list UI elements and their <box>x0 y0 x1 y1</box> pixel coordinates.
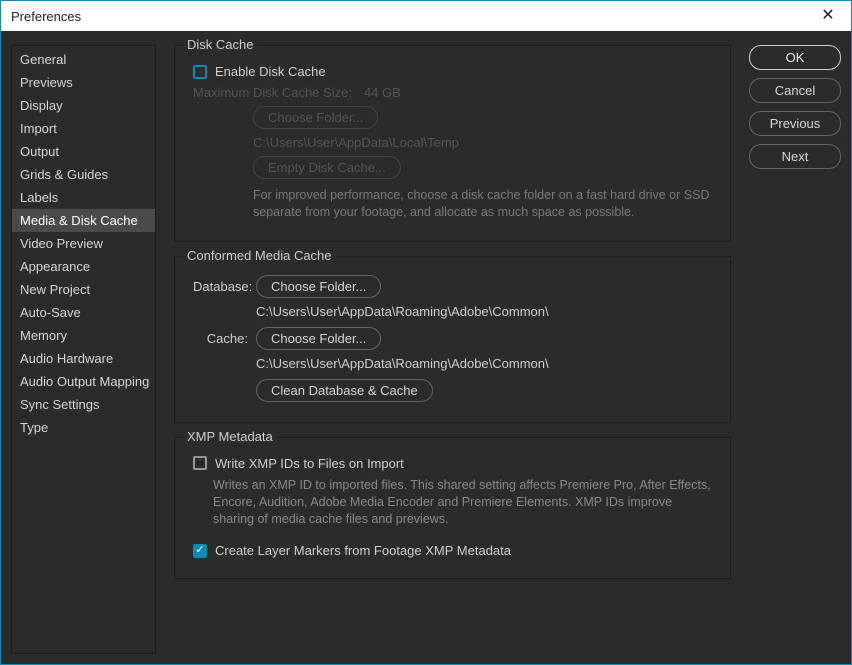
cache-row: Cache: Choose Folder... <box>193 327 712 350</box>
enable-disk-cache-row: Enable Disk Cache <box>193 64 712 79</box>
max-cache-size-value: 44 GB <box>364 85 401 100</box>
conformed-cache-title: Conformed Media Cache <box>183 248 336 263</box>
cache-path: C:\Users\User\AppData\Roaming\Adobe\Comm… <box>256 356 549 371</box>
sidebar-item-sync-settings[interactable]: Sync Settings <box>12 393 155 416</box>
sidebar-item-audio-output-mapping[interactable]: Audio Output Mapping <box>12 370 155 393</box>
empty-disk-cache-row: Empty Disk Cache... <box>253 156 712 179</box>
sidebar-item-import[interactable]: Import <box>12 117 155 140</box>
sidebar-item-video-preview[interactable]: Video Preview <box>12 232 155 255</box>
sidebar: General Previews Display Import Output G… <box>11 45 156 654</box>
actions-column: OK Cancel Previous Next <box>749 45 841 654</box>
sidebar-item-previews[interactable]: Previews <box>12 71 155 94</box>
sidebar-item-labels[interactable]: Labels <box>12 186 155 209</box>
max-cache-size-row: Maximum Disk Cache Size: 44 GB <box>193 85 712 100</box>
sidebar-item-type[interactable]: Type <box>12 416 155 439</box>
disk-cache-help-text: For improved performance, choose a disk … <box>253 187 712 221</box>
disk-cache-folder-row: Choose Folder... <box>253 106 712 129</box>
write-xmp-checkbox[interactable] <box>193 456 207 470</box>
next-button[interactable]: Next <box>749 144 841 169</box>
sidebar-item-general[interactable]: General <box>12 48 155 71</box>
close-icon[interactable]: ✕ <box>813 1 843 31</box>
window-body: General Previews Display Import Output G… <box>1 31 851 664</box>
sidebar-item-audio-hardware[interactable]: Audio Hardware <box>12 347 155 370</box>
sidebar-item-grids-guides[interactable]: Grids & Guides <box>12 163 155 186</box>
cache-label: Cache: <box>193 331 248 346</box>
max-cache-size-label: Maximum Disk Cache Size: <box>193 85 352 100</box>
disk-cache-path: C:\Users\User\AppData\Local\Temp <box>253 135 459 150</box>
sidebar-item-media-disk-cache[interactable]: Media & Disk Cache <box>12 209 155 232</box>
xmp-metadata-group: XMP Metadata Write XMP IDs to Files on I… <box>174 437 731 580</box>
ok-button[interactable]: OK <box>749 45 841 70</box>
database-path: C:\Users\User\AppData\Roaming\Adobe\Comm… <box>256 304 549 319</box>
layer-markers-row: ✓ Create Layer Markers from Footage XMP … <box>193 543 712 558</box>
sidebar-item-display[interactable]: Display <box>12 94 155 117</box>
titlebar: Preferences ✕ <box>1 1 851 31</box>
write-xmp-help: Writes an XMP ID to imported files. This… <box>213 477 712 528</box>
cache-path-row: C:\Users\User\AppData\Roaming\Adobe\Comm… <box>256 356 712 371</box>
database-choose-folder-button[interactable]: Choose Folder... <box>256 275 381 298</box>
cache-choose-folder-button[interactable]: Choose Folder... <box>256 327 381 350</box>
window-title: Preferences <box>11 9 81 24</box>
empty-disk-cache-button: Empty Disk Cache... <box>253 156 401 179</box>
database-row: Database: Choose Folder... <box>193 275 712 298</box>
layer-markers-label: Create Layer Markers from Footage XMP Me… <box>215 543 511 558</box>
cancel-button[interactable]: Cancel <box>749 78 841 103</box>
xmp-metadata-title: XMP Metadata <box>183 429 277 444</box>
clean-database-cache-button[interactable]: Clean Database & Cache <box>256 379 433 402</box>
disk-cache-group: Disk Cache Enable Disk Cache Maximum Dis… <box>174 45 731 242</box>
conformed-cache-group: Conformed Media Cache Database: Choose F… <box>174 256 731 423</box>
disk-cache-help-row: For improved performance, choose a disk … <box>253 187 712 221</box>
write-xmp-row: Write XMP IDs to Files on Import <box>193 456 712 471</box>
sidebar-item-memory[interactable]: Memory <box>12 324 155 347</box>
disk-cache-path-row: C:\Users\User\AppData\Local\Temp <box>253 135 712 150</box>
sidebar-item-new-project[interactable]: New Project <box>12 278 155 301</box>
main-panel: Disk Cache Enable Disk Cache Maximum Dis… <box>174 45 731 654</box>
disk-cache-choose-folder-button: Choose Folder... <box>253 106 378 129</box>
enable-disk-cache-checkbox[interactable] <box>193 65 207 79</box>
sidebar-item-appearance[interactable]: Appearance <box>12 255 155 278</box>
database-label: Database: <box>193 279 248 294</box>
enable-disk-cache-label: Enable Disk Cache <box>215 64 326 79</box>
write-xmp-label: Write XMP IDs to Files on Import <box>215 456 404 471</box>
disk-cache-title: Disk Cache <box>183 37 257 52</box>
preferences-window: Preferences ✕ General Previews Display I… <box>0 0 852 665</box>
sidebar-item-output[interactable]: Output <box>12 140 155 163</box>
sidebar-item-auto-save[interactable]: Auto-Save <box>12 301 155 324</box>
clean-db-row: Clean Database & Cache <box>256 379 712 402</box>
previous-button[interactable]: Previous <box>749 111 841 136</box>
layer-markers-checkbox[interactable]: ✓ <box>193 544 207 558</box>
database-path-row: C:\Users\User\AppData\Roaming\Adobe\Comm… <box>256 304 712 319</box>
